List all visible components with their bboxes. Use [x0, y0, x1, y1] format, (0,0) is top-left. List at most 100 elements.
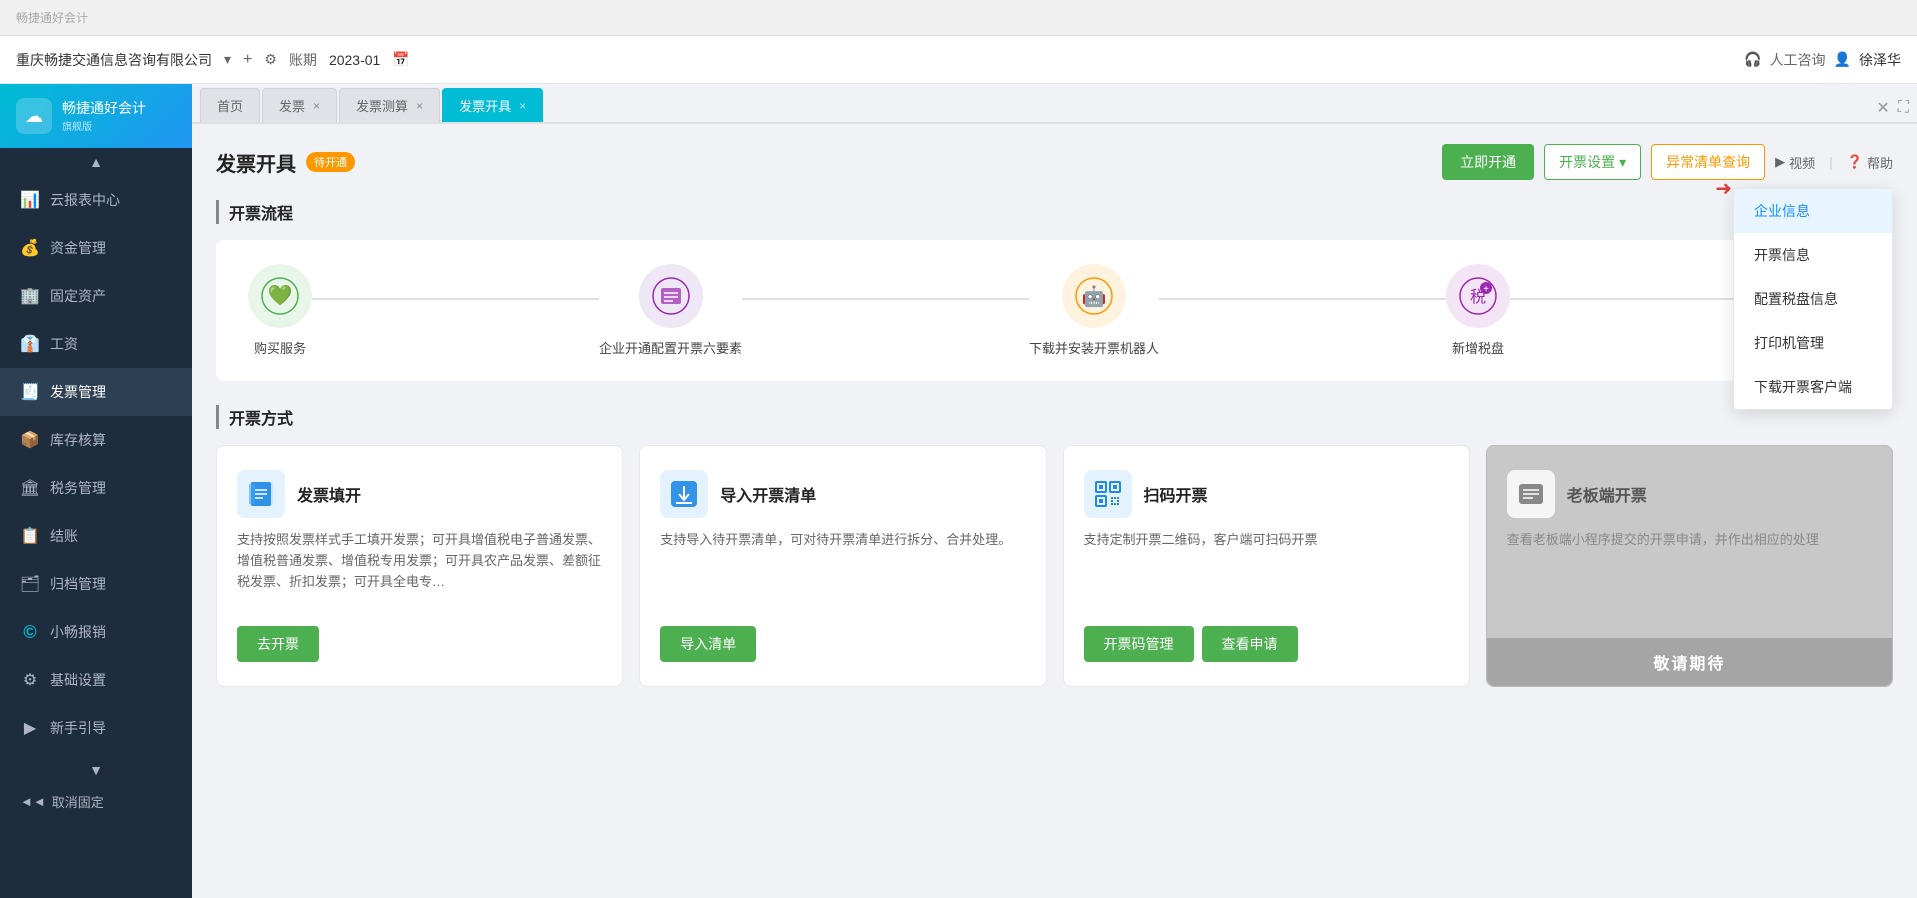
- method-scan-header: 扫码开票: [1084, 470, 1449, 518]
- shuiwu-icon: 🏛: [20, 478, 40, 498]
- sidebar-item-label: 发票管理: [50, 382, 106, 402]
- guidang-icon: 🗂: [20, 574, 40, 594]
- sidebar-item-jichushezhi[interactable]: ⚙ 基础设置: [0, 656, 192, 704]
- step-buy-label: 购买服务: [254, 338, 306, 357]
- step-download: 🤖 下载并安装开票机器人: [1029, 264, 1159, 357]
- method-scan-btn1[interactable]: 开票码管理: [1084, 626, 1194, 662]
- process-section: 开票流程 💚 购买服务: [216, 200, 1893, 381]
- method-boss-overlay-text: 敬请期待: [1653, 650, 1725, 674]
- step-connector-1: [312, 298, 599, 300]
- method-card-scan: 扫码开票 支持定制开票二维码，客户端可扫码开票 开票码管理 查看申请: [1063, 445, 1470, 687]
- tab-fapiao[interactable]: 发票 ×: [262, 88, 337, 122]
- tab-fapiaocesuan[interactable]: 发票测算 ×: [339, 88, 440, 122]
- dropdown-item-invoice-info[interactable]: 开票信息: [1734, 233, 1892, 277]
- sidebar-item-yunbao[interactable]: 📊 云报表中心: [0, 176, 192, 224]
- settings-icon[interactable]: ⚙: [264, 51, 277, 68]
- method-scan-btn2[interactable]: 查看申请: [1202, 626, 1298, 662]
- status-badge: 待开通: [306, 152, 355, 172]
- dropdown-icon[interactable]: ▾: [224, 51, 231, 68]
- activate-button[interactable]: 立即开通: [1442, 144, 1534, 180]
- video-link[interactable]: ▶ 视频: [1775, 153, 1815, 172]
- support-label[interactable]: 人工咨询: [1770, 50, 1826, 70]
- method-fill-btn[interactable]: 去开票: [237, 626, 319, 662]
- tab-fapiaokaifu[interactable]: 发票开具 ×: [442, 88, 543, 122]
- tab-fapiaokaifu-close[interactable]: ×: [519, 99, 526, 113]
- dropdown-item-printer[interactable]: 打印机管理: [1734, 321, 1892, 365]
- sidebar-item-jiezhang[interactable]: 📋 结账: [0, 512, 192, 560]
- method-card-fill: 发票填开 支持按照发票样式手工填开发票；可开具增值税电子普通发票、增值税普通发票…: [216, 445, 623, 687]
- jichushezhi-icon: ⚙: [20, 670, 40, 690]
- sidebar-scroll-down[interactable]: ▼: [0, 756, 192, 784]
- dropdown-item-tax-disk[interactable]: 配置税盘信息: [1734, 277, 1892, 321]
- sidebar-item-xiaochange[interactable]: © 小畅报销: [0, 608, 192, 656]
- process-steps: 💚 购买服务: [216, 240, 1893, 381]
- page-actions: 立即开通 开票设置 ▾ 异常清单查询 ▶ 视频 | ❓ 帮助: [1442, 144, 1893, 180]
- settings-button[interactable]: 开票设置 ▾: [1544, 144, 1641, 180]
- sidebar-cancel-pin[interactable]: ◄◄ 取消固定: [0, 784, 192, 819]
- page-content: 发票开具 待开通 立即开通 开票设置 ▾ 异常清单查询 ▶ 视频 |: [192, 124, 1917, 898]
- method-fill-icon: [237, 470, 285, 518]
- step-configure-icon: [639, 264, 703, 328]
- svg-text:🤖: 🤖: [1082, 284, 1107, 308]
- logo-icon: ☁: [16, 98, 52, 134]
- sidebar-item-label: 新手引导: [50, 718, 106, 738]
- top-right-actions: 🎧 人工咨询 👤 徐泽华: [1744, 50, 1901, 70]
- jiezhang-icon: 📋: [20, 526, 40, 546]
- dropdown-item-download-client[interactable]: 下载开票客户端: [1734, 365, 1892, 409]
- method-card-import: 导入开票清单 支持导入待开票清单，可对待开票清单进行拆分、合并处理。 导入清单: [639, 445, 1046, 687]
- page-title-container: 发票开具 待开通: [216, 148, 355, 177]
- sidebar-item-gongzi[interactable]: 👔 工资: [0, 320, 192, 368]
- pin-left-icon: ◄◄: [20, 794, 46, 809]
- sidebar-scroll-up[interactable]: ▲: [0, 148, 192, 176]
- step-add-tax-label: 新增税盘: [1452, 338, 1504, 357]
- kucun-icon: 📦: [20, 430, 40, 450]
- method-card-boss: 老板端开票 查看老板端小程序提交的开票申请，并作出相应的处理 敬请期待: [1486, 445, 1893, 687]
- method-import-icon: [660, 470, 708, 518]
- dropdown-item-company-info[interactable]: 企业信息: [1734, 189, 1892, 233]
- step-connector-3: [1159, 298, 1446, 300]
- method-fill-name: 发票填开: [297, 482, 361, 506]
- tab-home[interactable]: 首页: [200, 88, 260, 122]
- method-boss-icon: [1507, 470, 1555, 518]
- play-icon: ▶: [1775, 154, 1785, 170]
- method-import-name: 导入开票清单: [720, 482, 816, 506]
- step-configure-label: 企业开通配置开票六要素: [599, 338, 742, 357]
- divider: |: [1829, 154, 1833, 170]
- calendar-icon[interactable]: 📅: [392, 51, 409, 68]
- sidebar-item-shuiwu[interactable]: 🏛 税务管理: [0, 464, 192, 512]
- method-import-desc: 支持导入待开票清单，可对待开票清单进行拆分、合并处理。: [660, 530, 1025, 610]
- sidebar-logo: ☁ 畅捷通好会计 旗舰版: [0, 84, 192, 148]
- method-scan-desc: 支持定制开票二维码，客户端可扫码开票: [1084, 530, 1449, 610]
- sidebar-item-guding[interactable]: 🏢 固定资产: [0, 272, 192, 320]
- help-link[interactable]: ❓ 帮助: [1847, 153, 1893, 172]
- tab-fapiaocesuan-label: 发票测算: [356, 96, 408, 115]
- sidebar-item-guidang[interactable]: 🗂 归档管理: [0, 560, 192, 608]
- fapiao-icon: 🧾: [20, 382, 40, 402]
- sidebar-item-fapiao[interactable]: 🧾 发票管理: [0, 368, 192, 416]
- user-name[interactable]: 徐泽华: [1859, 50, 1901, 70]
- page-header: 发票开具 待开通 立即开通 开票设置 ▾ 异常清单查询 ▶ 视频 |: [216, 144, 1893, 180]
- company-name[interactable]: 重庆畅捷交通信息咨询有限公司: [16, 50, 212, 70]
- sidebar-item-label: 工资: [50, 334, 78, 354]
- abnormal-button[interactable]: 异常清单查询: [1651, 144, 1765, 180]
- add-icon[interactable]: +: [243, 51, 252, 69]
- user-icon: 👤: [1834, 51, 1851, 68]
- maximize-icon[interactable]: ⛶: [1898, 99, 1909, 117]
- sidebar-item-xinshou[interactable]: ▶ 新手引导: [0, 704, 192, 752]
- tab-fapiao-close[interactable]: ×: [313, 99, 320, 113]
- sidebar: ☁ 畅捷通好会计 旗舰版 ▲ 📊 云报表中心 💰 资金管理 🏢 固定资产 👔 工…: [0, 84, 192, 898]
- close-window-icon[interactable]: ✕: [1876, 98, 1889, 118]
- sidebar-item-kucun[interactable]: 📦 库存核算: [0, 416, 192, 464]
- tab-fapiaokaifu-label: 发票开具: [459, 96, 511, 115]
- period-label: 账期: [289, 50, 317, 70]
- sidebar-item-zijin[interactable]: 💰 资金管理: [0, 224, 192, 272]
- top-bar: 重庆畅捷交通信息咨询有限公司 ▾ + ⚙ 账期 2023-01 📅 🎧 人工咨询…: [0, 36, 1917, 84]
- method-import-btn[interactable]: 导入清单: [660, 626, 756, 662]
- gongzi-icon: 👔: [20, 334, 40, 354]
- tab-fapiaocesuan-close[interactable]: ×: [416, 99, 423, 113]
- sidebar-item-label: 库存核算: [50, 430, 106, 450]
- question-icon: ❓: [1847, 154, 1863, 170]
- method-scan-name: 扫码开票: [1144, 482, 1208, 506]
- step-buy-service: 💚 购买服务: [248, 264, 312, 357]
- page-title: 发票开具: [216, 148, 296, 177]
